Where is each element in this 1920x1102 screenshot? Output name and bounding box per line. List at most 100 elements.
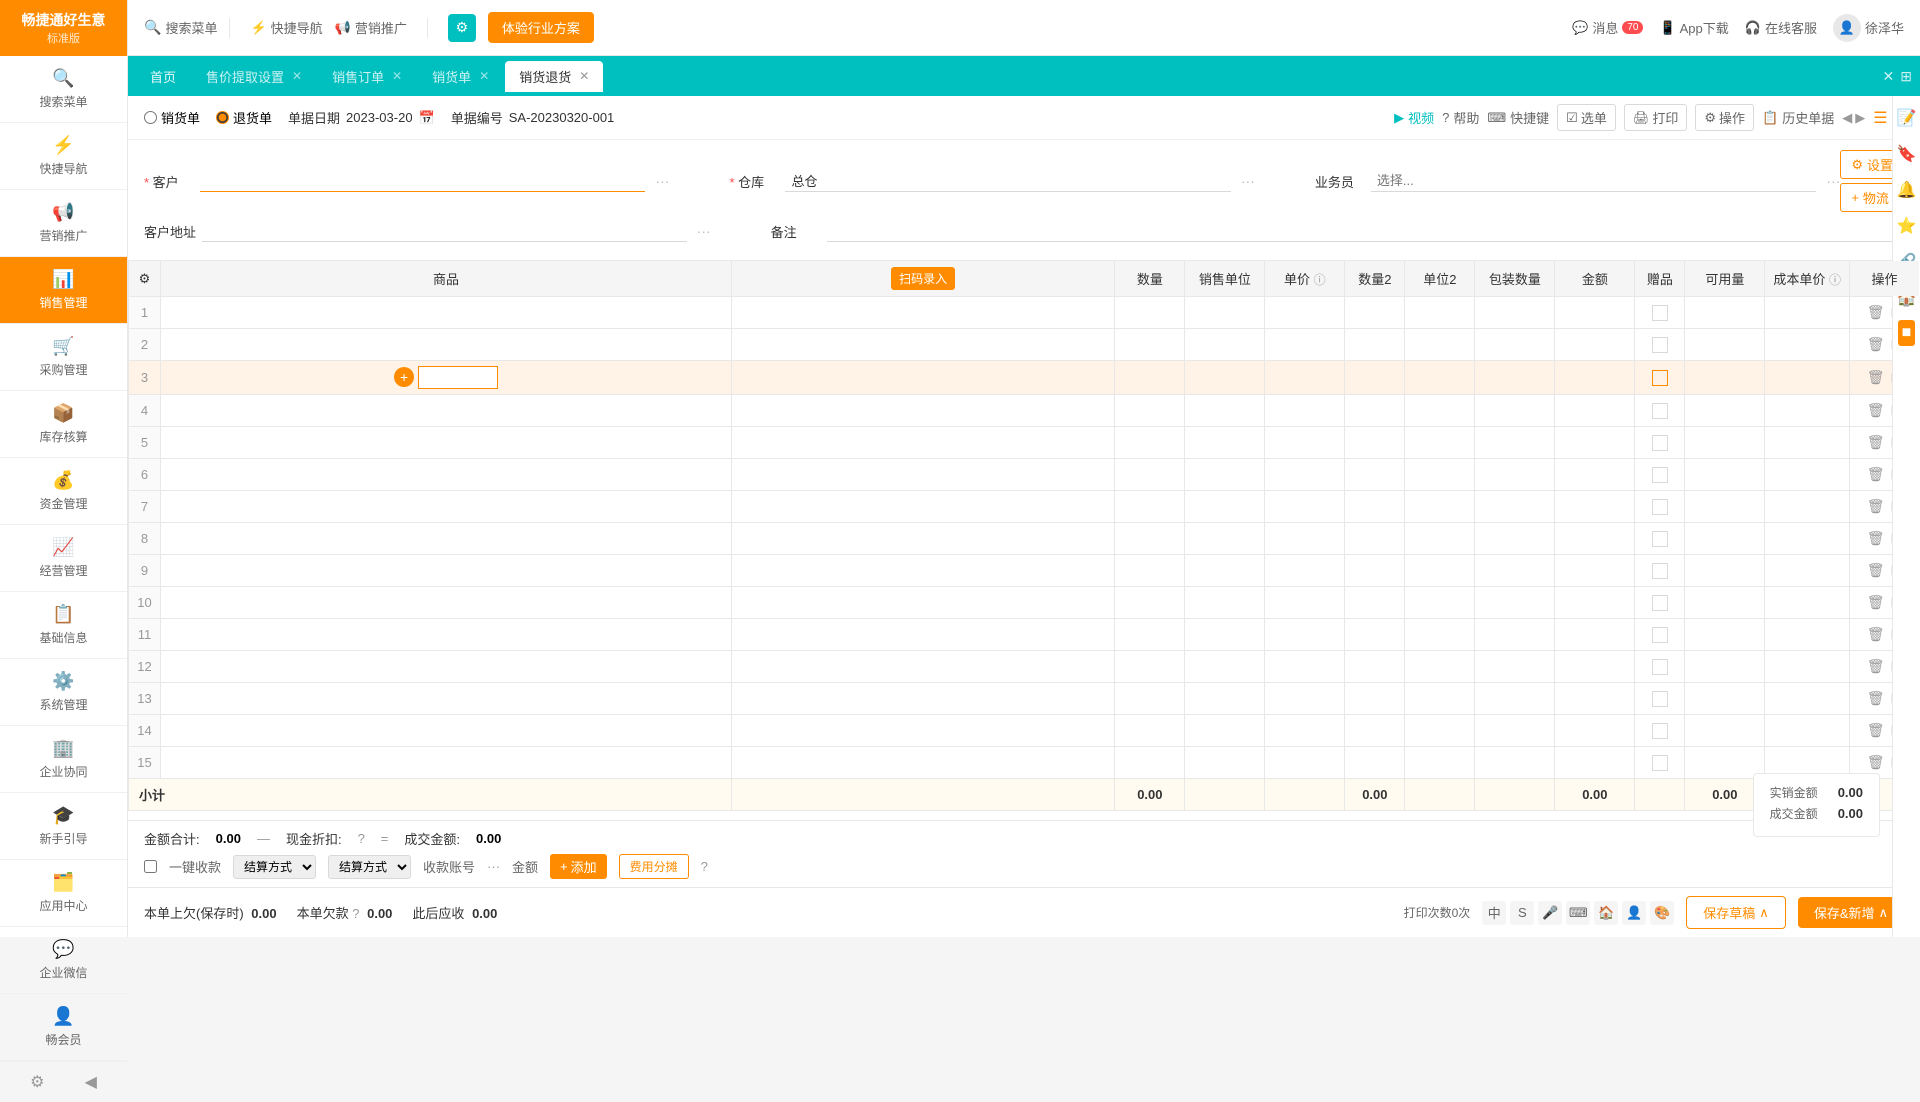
qty-cell-11[interactable] bbox=[1115, 619, 1185, 651]
gift-checkbox-14[interactable] bbox=[1652, 723, 1668, 739]
gift-checkbox-7[interactable] bbox=[1652, 499, 1668, 515]
unit-cell-7[interactable] bbox=[1185, 491, 1265, 523]
sidebar-item-appstore[interactable]: 🗂️ 应用中心 bbox=[0, 860, 127, 927]
toolbar-icon-1[interactable]: 中 bbox=[1482, 901, 1506, 925]
help-action[interactable]: ? 帮助 bbox=[1442, 108, 1479, 127]
avail-cell-10[interactable] bbox=[1685, 587, 1765, 619]
unit-cell-13[interactable] bbox=[1185, 683, 1265, 715]
gift-checkbox-4[interactable] bbox=[1652, 403, 1668, 419]
unit-cell-1[interactable] bbox=[1185, 297, 1265, 329]
online-service-btn[interactable]: 🎧 在线客服 bbox=[1745, 18, 1817, 37]
unit2-cell-15[interactable] bbox=[1405, 747, 1475, 779]
save-new-btn[interactable]: 保存&新增 ∧ bbox=[1798, 897, 1904, 928]
tab-home[interactable]: 首页 bbox=[136, 61, 190, 92]
user-profile[interactable]: 👤 徐泽华 bbox=[1833, 14, 1904, 42]
unit2-cell-13[interactable] bbox=[1405, 683, 1475, 715]
toolbar-icon-7[interactable]: 🎨 bbox=[1650, 901, 1674, 925]
cost-cell-4[interactable] bbox=[1765, 395, 1850, 427]
topbar-shortcut[interactable]: ⚡ 快捷导航 bbox=[250, 18, 322, 37]
product-cell-15[interactable] bbox=[161, 747, 732, 779]
delete-btn-13[interactable]: 🗑 bbox=[1867, 690, 1885, 707]
price-cell-9[interactable] bbox=[1265, 555, 1345, 587]
price-cell-4[interactable] bbox=[1265, 395, 1345, 427]
sidebar-item-search[interactable]: 🔍 搜索菜单 bbox=[0, 56, 127, 123]
bill-no-value[interactable]: SA-20230320-001 bbox=[509, 110, 615, 125]
avail-cell-14[interactable] bbox=[1685, 715, 1765, 747]
fee-split-btn[interactable]: 费用分摊 bbox=[619, 854, 689, 879]
price-cell-14[interactable] bbox=[1265, 715, 1345, 747]
address-input[interactable] bbox=[202, 220, 687, 242]
unit2-cell-12[interactable] bbox=[1405, 651, 1475, 683]
tab-sales-return[interactable]: 销货退货✕ bbox=[505, 61, 603, 92]
delete-btn-8[interactable]: 🗑 bbox=[1867, 530, 1885, 547]
unit2-cell-2[interactable] bbox=[1405, 329, 1475, 361]
gift-checkbox-1[interactable] bbox=[1652, 305, 1668, 321]
delete-btn-10[interactable]: 🗑 bbox=[1867, 594, 1885, 611]
qty2-cell-12[interactable] bbox=[1345, 651, 1405, 683]
unit2-cell-6[interactable] bbox=[1405, 459, 1475, 491]
unit2-cell-8[interactable] bbox=[1405, 523, 1475, 555]
product-cell-6[interactable] bbox=[161, 459, 732, 491]
save-draft-btn[interactable]: 保存草稿 ∧ bbox=[1686, 896, 1786, 929]
qty-cell-3[interactable] bbox=[1115, 361, 1185, 395]
cost-cell-14[interactable] bbox=[1765, 715, 1850, 747]
app-download-btn[interactable]: 📱 App下载 bbox=[1659, 18, 1728, 37]
gift-checkbox-6[interactable] bbox=[1652, 467, 1668, 483]
qty2-cell-11[interactable] bbox=[1345, 619, 1405, 651]
price-cell-6[interactable] bbox=[1265, 459, 1345, 491]
tab-close-sales-delivery[interactable]: ✕ bbox=[479, 69, 489, 83]
delivery-radio[interactable]: 销货单 bbox=[144, 108, 200, 127]
unit2-cell-1[interactable] bbox=[1405, 297, 1475, 329]
sidebar-item-sales[interactable]: 📊 销售管理 bbox=[0, 257, 127, 324]
amount-cell-13[interactable] bbox=[1555, 683, 1635, 715]
cost-cell-7[interactable] bbox=[1765, 491, 1850, 523]
price-cell-1[interactable] bbox=[1265, 297, 1345, 329]
tab-sales-delivery[interactable]: 销货单✕ bbox=[418, 61, 503, 92]
return-radio[interactable]: 退货单 bbox=[216, 108, 272, 127]
gift-checkbox-11[interactable] bbox=[1652, 627, 1668, 643]
gift-checkbox-10[interactable] bbox=[1652, 595, 1668, 611]
delete-btn-4[interactable]: 🗑 bbox=[1867, 402, 1885, 419]
toolbar-icon-4[interactable]: ⌨ bbox=[1566, 901, 1590, 925]
avail-cell-2[interactable] bbox=[1685, 329, 1765, 361]
product-cell-7[interactable] bbox=[161, 491, 732, 523]
unit-cell-14[interactable] bbox=[1185, 715, 1265, 747]
print-btn[interactable]: 🖨 打印 bbox=[1624, 104, 1688, 131]
gift-checkbox-12[interactable] bbox=[1652, 659, 1668, 675]
unit-cell-15[interactable] bbox=[1185, 747, 1265, 779]
return-radio-input[interactable] bbox=[216, 111, 229, 124]
unit2-cell-11[interactable] bbox=[1405, 619, 1475, 651]
toolbar-icon-5[interactable]: 🏠 bbox=[1594, 901, 1618, 925]
gift-cell-9[interactable] bbox=[1635, 555, 1685, 587]
add-btn[interactable]: + 添加 bbox=[550, 854, 607, 879]
amount-cell-10[interactable] bbox=[1555, 587, 1635, 619]
price-cell-7[interactable] bbox=[1265, 491, 1345, 523]
delete-btn-7[interactable]: 🗑 bbox=[1867, 498, 1885, 515]
amount-cell-15[interactable] bbox=[1555, 747, 1635, 779]
qty-cell-6[interactable] bbox=[1115, 459, 1185, 491]
sidebar-item-system[interactable]: ⚙️ 系统管理 bbox=[0, 659, 127, 726]
delete-btn-2[interactable]: 🗑 bbox=[1867, 336, 1885, 353]
price-cell-11[interactable] bbox=[1265, 619, 1345, 651]
cost-cell-10[interactable] bbox=[1765, 587, 1850, 619]
sidebar-settings-icon[interactable]: ⚙ bbox=[30, 1072, 44, 1092]
pack-cell-1[interactable] bbox=[1475, 297, 1555, 329]
toolbar-icon-3[interactable]: 🎤 bbox=[1538, 901, 1562, 925]
sidebar-item-member[interactable]: 👤 畅会员 bbox=[0, 994, 127, 1061]
cost-cell-3[interactable] bbox=[1765, 361, 1850, 395]
select-btn[interactable]: ☑ 选单 bbox=[1557, 104, 1616, 131]
amount-cell-5[interactable] bbox=[1555, 427, 1635, 459]
qty2-cell-6[interactable] bbox=[1345, 459, 1405, 491]
unit-cell-6[interactable] bbox=[1185, 459, 1265, 491]
price-cell-12[interactable] bbox=[1265, 651, 1345, 683]
amount-cell-1[interactable] bbox=[1555, 297, 1635, 329]
sidebar-item-purchase[interactable]: 🛒 采购管理 bbox=[0, 324, 127, 391]
qty-cell-12[interactable] bbox=[1115, 651, 1185, 683]
cost-cell-12[interactable] bbox=[1765, 651, 1850, 683]
sidebar-item-shortcut[interactable]: ⚡ 快捷导航 bbox=[0, 123, 127, 190]
unit-cell-4[interactable] bbox=[1185, 395, 1265, 427]
product-cell-2[interactable] bbox=[161, 329, 732, 361]
warehouse-dots[interactable]: ··· bbox=[1241, 173, 1255, 189]
delete-btn-3[interactable]: 🗑 bbox=[1867, 369, 1885, 386]
unit-cell-12[interactable] bbox=[1185, 651, 1265, 683]
